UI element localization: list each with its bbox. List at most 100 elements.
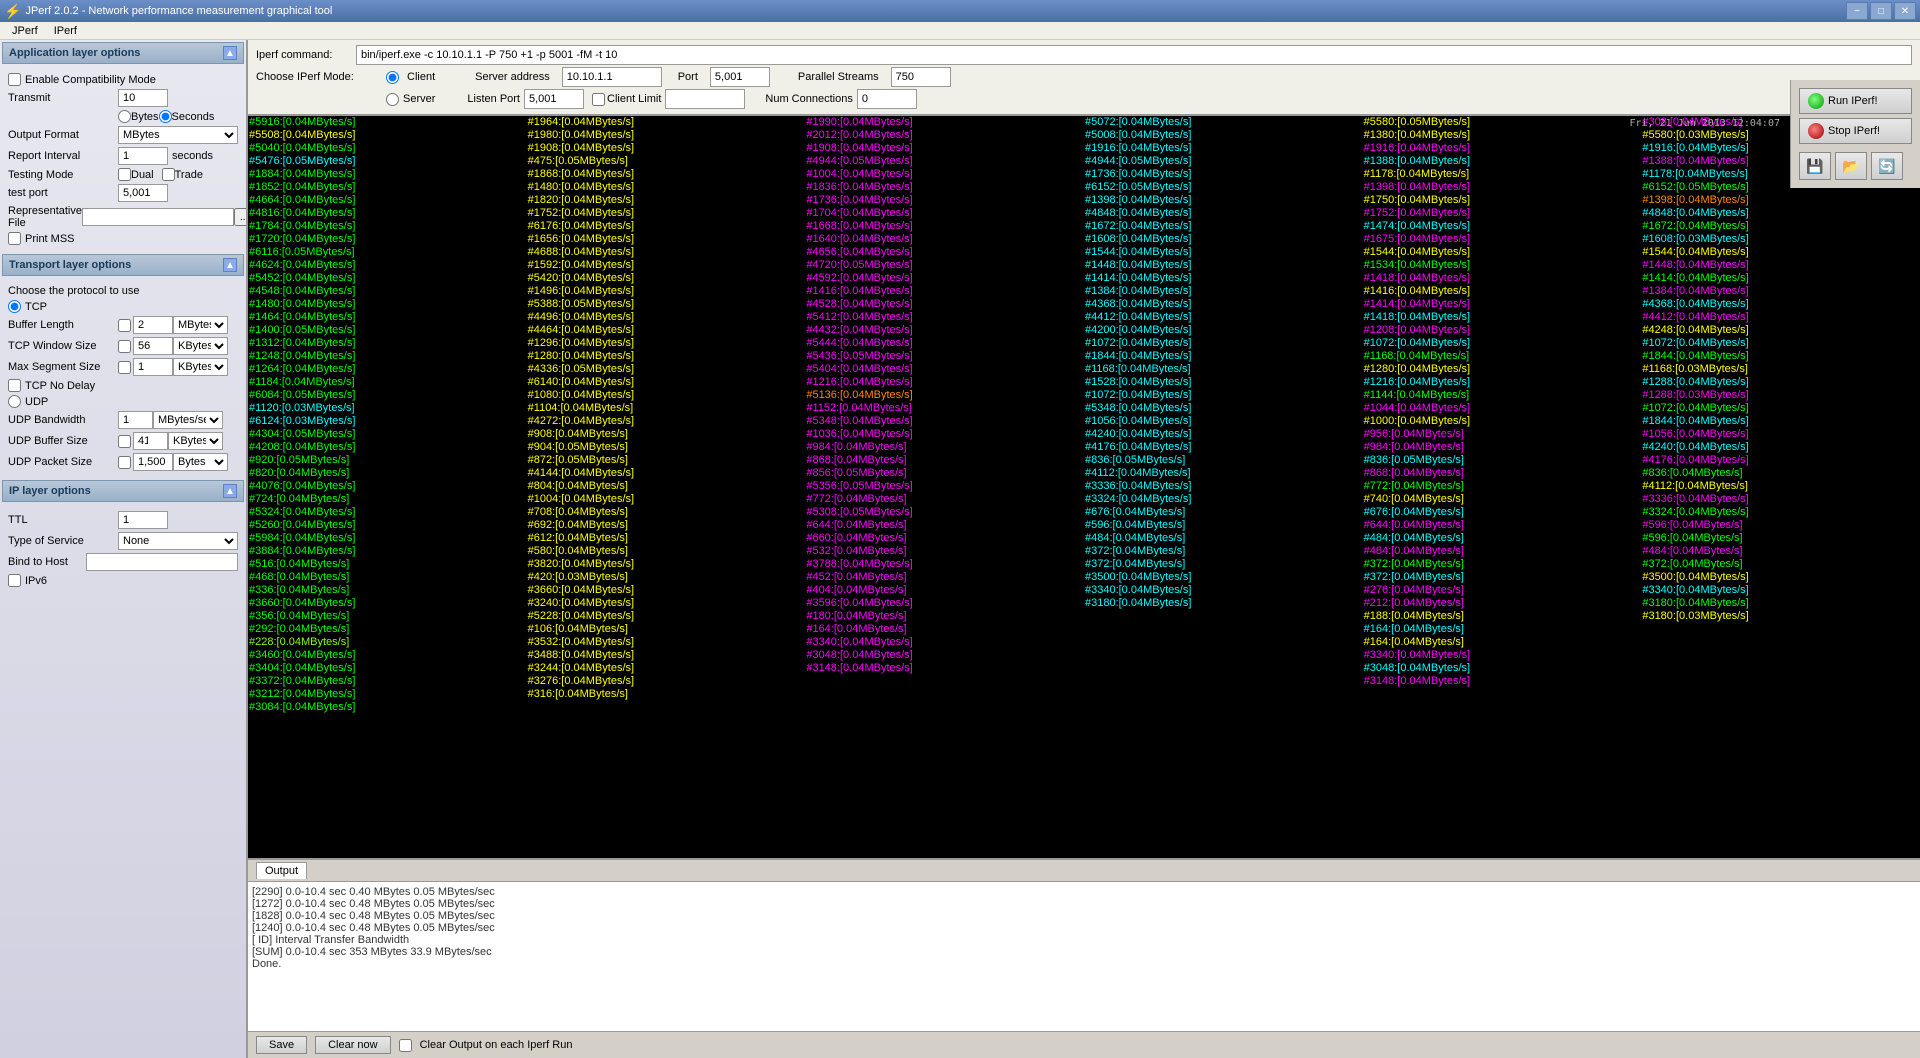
ip-layer-collapse[interactable]: ▲ (223, 484, 237, 498)
test-port-input[interactable] (118, 184, 168, 202)
max-segment-input[interactable] (133, 358, 173, 376)
udp-buffer-input[interactable] (133, 432, 168, 450)
graph-col-5: #5580:[0.05MBytes/s] #1380:[0.04MBytes/s… (1363, 116, 1642, 858)
app-layer-title: Application layer options (9, 47, 140, 59)
ip-layer-header[interactable]: IP layer options ▲ (2, 480, 244, 502)
stop-iperf-button[interactable]: Stop IPerf! (1799, 118, 1912, 144)
output-line-7: Done. (252, 958, 1916, 970)
ipv6-checkbox[interactable] (8, 574, 21, 587)
output-content: [2290] 0.0-10.4 sec 0.40 MBytes 0.05 MBy… (248, 882, 1920, 1031)
rep-file-row: Representative File ... (8, 205, 238, 229)
bind-host-input[interactable] (86, 553, 238, 571)
rep-file-browse[interactable]: ... (234, 208, 248, 226)
client-limit-input[interactable] (665, 89, 745, 109)
tcp-label: TCP (25, 301, 47, 313)
udp-bandwidth-unit[interactable]: MBytes/sec (153, 411, 223, 429)
run-iperf-button[interactable]: Run IPerf! (1799, 88, 1912, 114)
app-layer-collapse[interactable]: ▲ (223, 46, 237, 60)
client-radio[interactable] (386, 71, 399, 84)
ttl-row: TTL (8, 511, 238, 529)
max-segment-checkbox[interactable] (118, 361, 131, 374)
window-controls: − □ ✕ (1846, 2, 1916, 20)
mode-options: Client Server address Port Parallel Stre… (386, 67, 951, 87)
minimize-button[interactable]: − (1846, 2, 1868, 20)
listen-port-input[interactable] (524, 89, 584, 109)
report-interval-row: Report Interval seconds (8, 147, 238, 165)
protocol-label-row: Choose the protocol to use (8, 285, 238, 297)
transport-layer-header[interactable]: Transport layer options ▲ (2, 254, 244, 276)
tcp-radio[interactable] (8, 300, 21, 313)
seconds-radio[interactable] (159, 110, 172, 123)
port-input[interactable] (710, 67, 770, 87)
tos-select[interactable]: None (118, 532, 238, 550)
transport-layer-collapse[interactable]: ▲ (223, 258, 237, 272)
udp-packet-unit[interactable]: Bytes (173, 453, 228, 471)
tcp-window-unit[interactable]: KBytes (173, 337, 228, 355)
tcp-window-input[interactable] (133, 337, 173, 355)
graph-col-1: #5916:[0.04MBytes/s] #5508:[0.04MBytes/s… (248, 116, 527, 858)
output-tab-bar: Output (248, 860, 1920, 882)
bytes-radio[interactable] (118, 110, 131, 123)
client-limit-label: Client Limit (607, 93, 661, 105)
print-mss-checkbox[interactable] (8, 232, 21, 245)
refresh-icon-button[interactable]: 🔄 (1871, 152, 1903, 180)
menu-iperf[interactable]: IPerf (46, 24, 85, 38)
output-format-select[interactable]: MBytes (118, 126, 238, 144)
max-segment-row: Max Segment Size KBytes (8, 358, 238, 376)
buffer-length-unit[interactable]: MBytes (173, 316, 228, 334)
protocol-label: Choose the protocol to use (8, 285, 139, 297)
print-mss-label: Print MSS (25, 233, 75, 245)
tos-row: Type of Service None (8, 532, 238, 550)
run-label: Run IPerf! (1828, 95, 1878, 107)
udp-buffer-label: UDP Buffer Size (8, 435, 118, 447)
report-interval-input[interactable] (118, 147, 168, 165)
clear-now-button[interactable]: Clear now (315, 1036, 391, 1054)
save-button[interactable]: Save (256, 1036, 307, 1054)
output-tab[interactable]: Output (256, 862, 307, 879)
udp-bandwidth-input[interactable] (118, 411, 153, 429)
buffer-length-checkbox[interactable] (118, 319, 131, 332)
graph-col-3: #1990:[0.04MBytes/s] #2012:[0.04MBytes/s… (805, 116, 1084, 858)
tos-label: Type of Service (8, 535, 118, 547)
num-connections-input[interactable] (857, 89, 917, 109)
udp-packet-checkbox[interactable] (118, 456, 131, 469)
udp-packet-input[interactable] (133, 453, 173, 471)
open-icon-button[interactable]: 📂 (1835, 152, 1867, 180)
output-line-1: [2290] 0.0-10.4 sec 0.40 MBytes 0.05 MBy… (252, 886, 1916, 898)
menu-jperf[interactable]: JPerf (4, 24, 46, 38)
ipv6-row: IPv6 (8, 574, 238, 587)
tcp-nodelay-checkbox[interactable] (8, 379, 21, 392)
udp-buffer-checkbox[interactable] (118, 435, 131, 448)
enable-compat-checkbox[interactable] (8, 73, 21, 86)
clear-each-run-checkbox[interactable] (399, 1039, 412, 1052)
udp-bandwidth-row: UDP Bandwidth MBytes/sec (8, 411, 238, 429)
output-format-label: Output Format (8, 129, 118, 141)
transmit-input[interactable] (118, 89, 168, 107)
trade-checkbox[interactable] (162, 168, 175, 181)
parallel-streams-input[interactable] (891, 67, 951, 87)
output-line-4: [1240] 0.0-10.4 sec 0.48 MBytes 0.05 MBy… (252, 922, 1916, 934)
max-segment-unit[interactable]: KBytes (173, 358, 228, 376)
client-limit-checkbox[interactable] (592, 93, 605, 106)
app-layer-header[interactable]: Application layer options ▲ (2, 42, 244, 64)
max-segment-label: Max Segment Size (8, 361, 118, 373)
server-address-input[interactable] (562, 67, 662, 87)
udp-label: UDP (25, 396, 48, 408)
buffer-length-input[interactable] (133, 316, 173, 334)
bind-host-row: Bind to Host (8, 553, 238, 571)
output-format-row: Output Format MBytes (8, 126, 238, 144)
maximize-button[interactable]: □ (1870, 2, 1892, 20)
udp-radio[interactable] (8, 395, 21, 408)
save-icon-button[interactable]: 💾 (1799, 152, 1831, 180)
close-button[interactable]: ✕ (1894, 2, 1916, 20)
server-radio[interactable] (386, 93, 399, 106)
udp-buffer-unit[interactable]: KBytes (168, 432, 223, 450)
config-panel: Iperf command: Choose IPerf Mode: Client… (248, 40, 1920, 116)
command-input[interactable] (356, 45, 1912, 65)
rep-file-input[interactable] (82, 208, 234, 226)
ttl-input[interactable] (118, 511, 168, 529)
dual-checkbox[interactable] (118, 168, 131, 181)
parallel-streams-label: Parallel Streams (798, 71, 879, 83)
client-label: Client (407, 71, 435, 83)
tcp-window-checkbox[interactable] (118, 340, 131, 353)
